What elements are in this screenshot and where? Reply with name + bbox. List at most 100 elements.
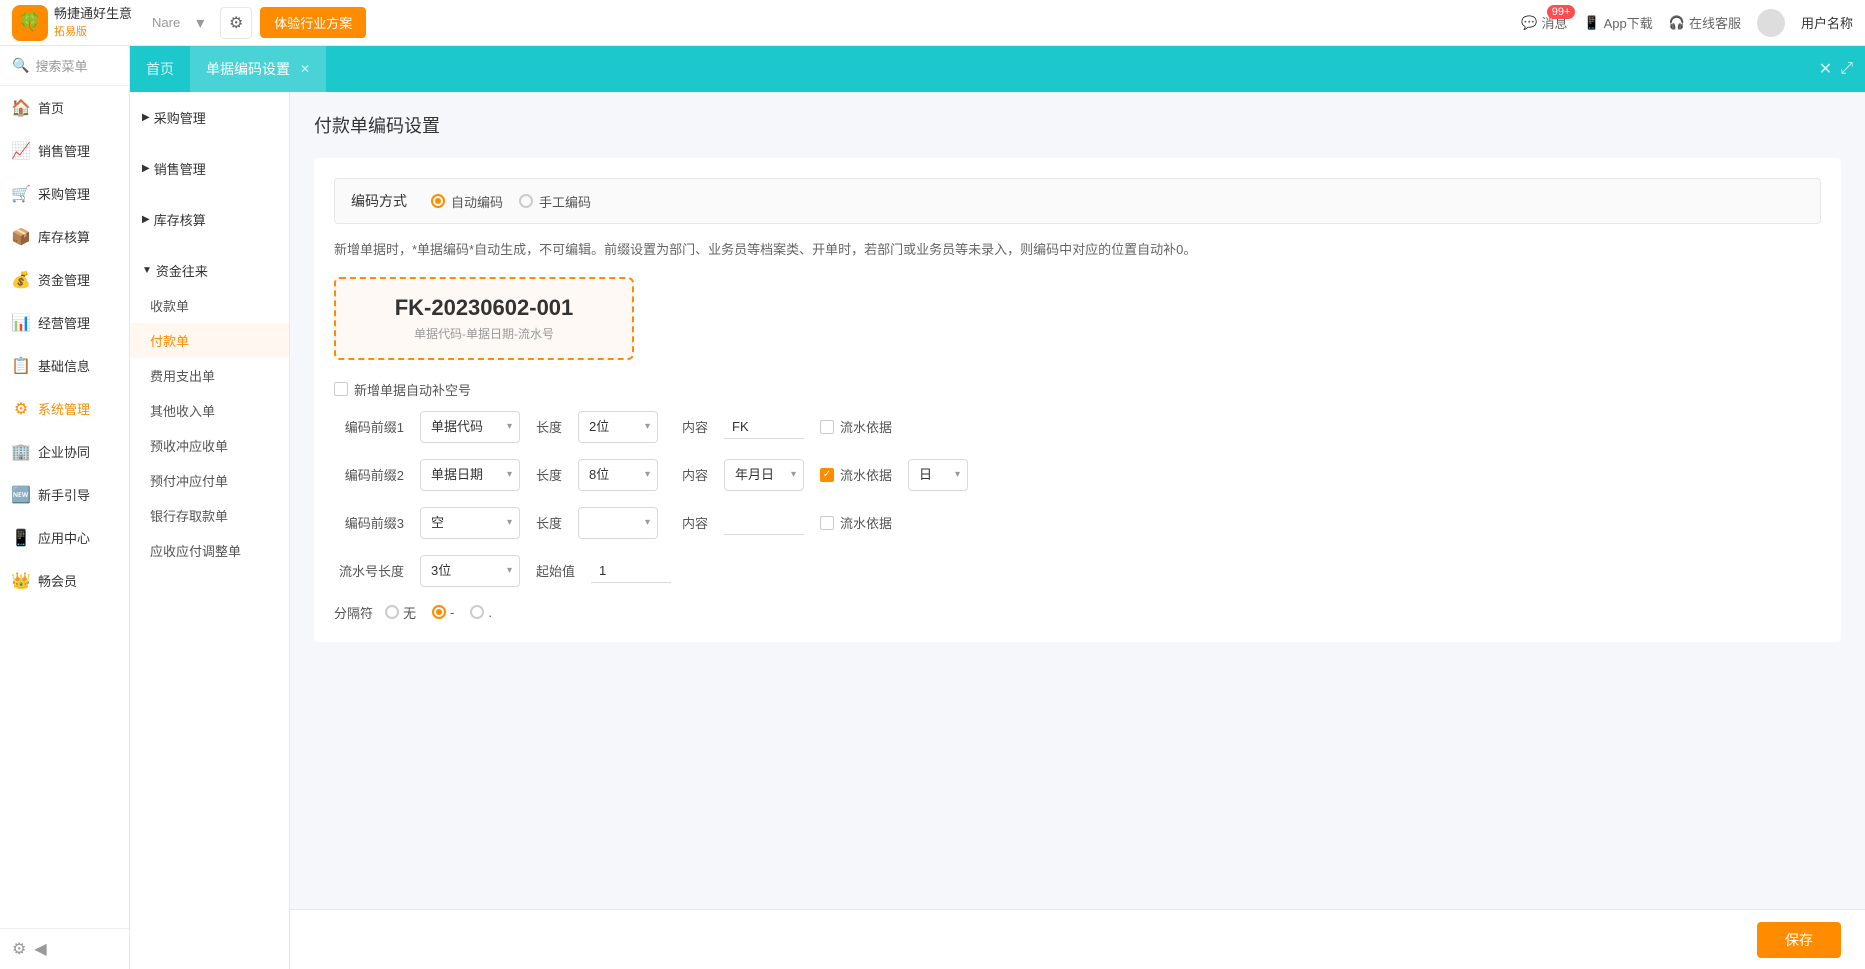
sidebar-item-operations[interactable]: 📊 经营管理 (0, 301, 129, 344)
sidebar-collapse-icon[interactable]: ◀ (34, 939, 46, 959)
prefix2-label: 编码前缀2 (334, 465, 404, 484)
auto-fill-checkbox[interactable] (334, 382, 348, 396)
guide-icon: 🆕 (12, 486, 30, 504)
sidebar-item-enterprise[interactable]: 🏢 企业协同 (0, 430, 129, 473)
sub-nav-bank-deposit[interactable]: 银行存取款单 (130, 498, 289, 533)
tab-encoding[interactable]: 单据编码设置 ✕ (190, 46, 326, 92)
sidebar-item-purchase[interactable]: 🛒 采购管理 (0, 172, 129, 215)
service-icon: 🎧 (1669, 15, 1685, 31)
sep-dash-radio[interactable]: - (432, 605, 454, 620)
serial-length-select[interactable]: 3位 4位 5位 (420, 555, 520, 587)
auto-code-radio[interactable]: 自动编码 (431, 192, 503, 211)
prefix2-select[interactable]: 单据代码 单据日期 空 (420, 459, 520, 491)
main-card: 编码方式 自动编码 手工编码 (314, 158, 1841, 642)
sidebar-item-apps[interactable]: 📱 应用中心 (0, 516, 129, 559)
sidebar-settings-icon[interactable]: ⚙ (12, 939, 26, 959)
sidebar-item-label: 采购管理 (38, 184, 90, 203)
length2-select[interactable]: 2位 4位 8位 (578, 459, 658, 491)
sub-nav: ▶ 采购管理 ▶ 销售管理 ▶ 库存核算 (130, 92, 290, 969)
sep-dot-radio[interactable]: . (470, 605, 492, 620)
tab-maximize-icon[interactable]: ⤢ (1840, 60, 1853, 78)
sub-nav-payment[interactable]: 付款单 (130, 323, 289, 358)
code-preview-value: FK-20230602-001 (360, 295, 608, 321)
auto-code-radio-dot (431, 194, 445, 208)
liushui3-row: 流水依据 (820, 513, 892, 532)
operations-icon: 📊 (12, 314, 30, 332)
content2-select[interactable]: 年月日 年月 年 (724, 459, 804, 491)
sidebar-search[interactable]: 🔍 搜索菜单 (0, 46, 129, 86)
top-bar-right: 💬 消息 99+ 📱 App下载 🎧 在线客服 用户名称 (1521, 9, 1853, 37)
inventory-icon: 📦 (12, 228, 30, 246)
online-service-button[interactable]: 🎧 在线客服 (1669, 13, 1741, 32)
liushui2-checkbox[interactable]: ✓ (820, 468, 834, 482)
liushui1-checkbox[interactable] (820, 420, 834, 434)
sep-none-radio[interactable]: 无 (385, 603, 416, 622)
sidebar-item-finance[interactable]: 💰 资金管理 (0, 258, 129, 301)
length3-select[interactable]: 2位 (578, 507, 658, 539)
message-icon: 💬 (1521, 15, 1537, 31)
content1-input[interactable] (724, 415, 804, 439)
length3-label: 长度 (536, 513, 562, 532)
sidebar-item-system[interactable]: ⚙ 系统管理 (0, 387, 129, 430)
sub-nav-expense[interactable]: 费用支出单 (130, 358, 289, 393)
sidebar-item-sales[interactable]: 📈 销售管理 (0, 129, 129, 172)
message-button[interactable]: 💬 消息 99+ (1521, 13, 1567, 32)
length1-select-wrapper: 2位 4位 8位 ▾ (578, 411, 658, 443)
start-value-input[interactable] (591, 559, 671, 583)
sidebar-item-guide[interactable]: 🆕 新手引导 (0, 473, 129, 516)
encoding-method-row: 编码方式 自动编码 手工编码 (334, 178, 1821, 224)
sub-nav-ap-adjust[interactable]: 应收应付调整单 (130, 533, 289, 568)
liushui3-checkbox[interactable] (820, 516, 834, 530)
settings-btn[interactable]: ⚙ (220, 7, 252, 39)
liushui2-unit-select[interactable]: 日 月 年 (908, 459, 968, 491)
breadcrumb-area: Nare ▾ ⚙ (152, 7, 252, 39)
length2-select-wrapper: 2位 4位 8位 ▾ (578, 459, 658, 491)
sub-nav-prepay-payable[interactable]: 预付冲应付单 (130, 463, 289, 498)
enterprise-icon: 🏢 (12, 443, 30, 461)
chevron-right-icon: ▶ (142, 163, 150, 174)
form-row-3: 编码前缀3 单据代码 单据日期 空 ▾ 长度 (334, 507, 1821, 539)
length1-select[interactable]: 2位 4位 8位 (578, 411, 658, 443)
auto-fill-label: 新增单据自动补空号 (354, 380, 471, 399)
sidebar-item-label: 经营管理 (38, 313, 90, 332)
sidebar-item-member[interactable]: 👑 畅会员 (0, 559, 129, 602)
sub-nav-purchase-title[interactable]: ▶ 采购管理 (130, 100, 289, 135)
sidebar-item-inventory[interactable]: 📦 库存核算 (0, 215, 129, 258)
prefix1-select[interactable]: 单据代码 单据日期 空 (420, 411, 520, 443)
sub-nav-inventory-title[interactable]: ▶ 库存核算 (130, 202, 289, 237)
content1-label: 内容 (682, 417, 708, 436)
tab-close-icon[interactable]: ✕ (300, 62, 310, 76)
sep-dash-label: - (450, 605, 454, 620)
sub-nav-other-income[interactable]: 其他收入单 (130, 393, 289, 428)
sub-nav-capital-title[interactable]: ▼ 资金往来 (130, 253, 289, 288)
save-button[interactable]: 保存 (1757, 922, 1841, 958)
sidebar-item-label: 销售管理 (38, 141, 90, 160)
page-title: 付款单编码设置 (314, 112, 1841, 138)
content3-input[interactable] (724, 511, 804, 535)
separator-row: 分隔符 无 - (334, 603, 1821, 622)
trial-button[interactable]: 体验行业方案 (260, 7, 366, 38)
manual-code-radio[interactable]: 手工编码 (519, 192, 591, 211)
search-icon: 🔍 (12, 57, 29, 74)
app-download-button[interactable]: 📱 App下载 (1583, 13, 1652, 32)
sub-nav-receipt[interactable]: 收款单 (130, 288, 289, 323)
tab-minimize-icon[interactable]: ✕ (1819, 59, 1832, 79)
sub-nav-group-sales: ▶ 销售管理 (130, 143, 289, 194)
sidebar-item-home[interactable]: 🏠 首页 (0, 86, 129, 129)
sub-nav-purchase-label: 采购管理 (154, 108, 206, 127)
logo-text-group: 畅捷通好生意 拓易版 (54, 6, 132, 39)
content2-label: 内容 (682, 465, 708, 484)
sep-none-label: 无 (403, 603, 416, 622)
download-icon: 📱 (1583, 15, 1599, 31)
sub-nav-prepay-receivable[interactable]: 预收冲应收单 (130, 428, 289, 463)
sidebar-item-label: 新手引导 (38, 485, 90, 504)
dropdown-btn[interactable]: ▾ (188, 11, 212, 35)
sub-nav-sales-title[interactable]: ▶ 销售管理 (130, 151, 289, 186)
search-label: 搜索菜单 (35, 56, 87, 75)
tab-home[interactable]: 首页 (130, 46, 190, 92)
length3-select-wrapper: 2位 ▾ (578, 507, 658, 539)
sidebar-item-basic[interactable]: 📋 基础信息 (0, 344, 129, 387)
sidebar-item-label: 应用中心 (38, 528, 90, 547)
info-text: 新增单据时，*单据编码*自动生成，不可编辑。前缀设置为部门、业务员等档案类、开单… (334, 240, 1821, 261)
prefix3-select[interactable]: 单据代码 单据日期 空 (420, 507, 520, 539)
